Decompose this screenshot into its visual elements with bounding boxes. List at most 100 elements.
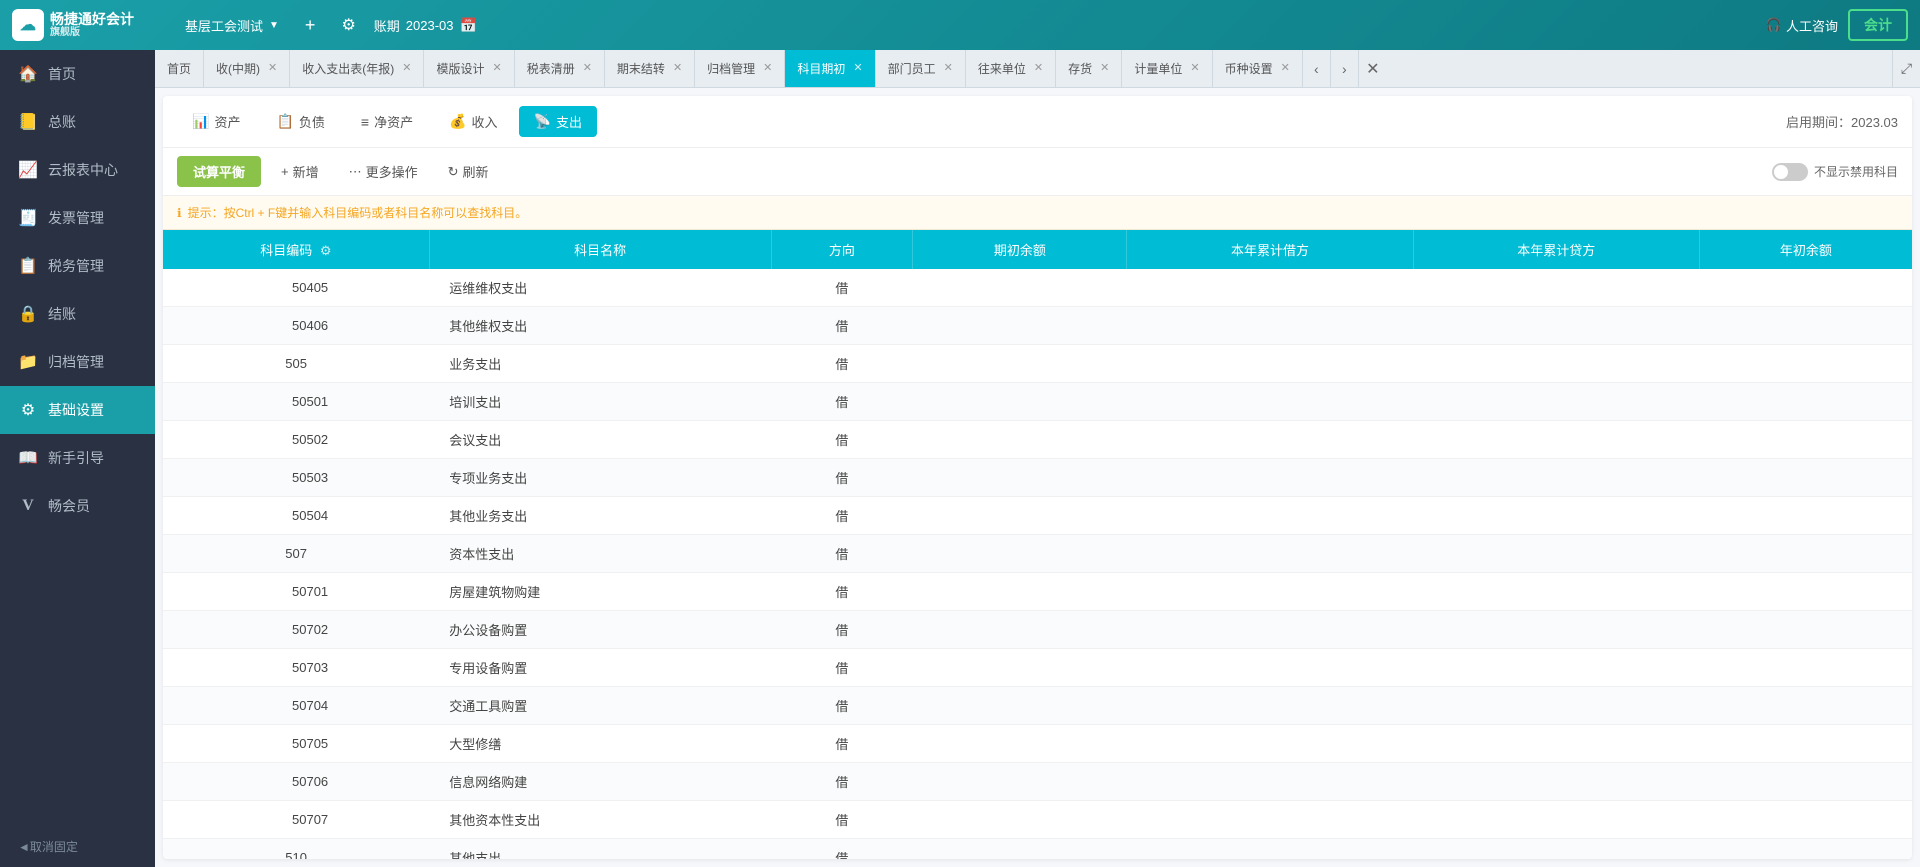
sidebar-label-close: 结账 — [48, 304, 76, 324]
app-logo-icon: ☁ — [12, 9, 44, 41]
tab-interim-close[interactable]: ✕ — [268, 63, 277, 74]
table-row[interactable]: 50405 运维维权支出 借 — [163, 269, 1912, 307]
vip-icon: V — [18, 497, 38, 515]
tab-tax-form-close[interactable]: ✕ — [583, 63, 592, 74]
show-disabled-toggle[interactable]: 不显示禁用科目 — [1772, 163, 1898, 181]
account-button[interactable]: 会计 — [1848, 9, 1908, 41]
table-row[interactable]: 50504 其他业务支出 借 — [163, 497, 1912, 535]
tab-unit-close[interactable]: ✕ — [1190, 63, 1199, 74]
sidebar-item-archive[interactable]: 📁 归档管理 — [0, 338, 155, 386]
table-row[interactable]: 50707 其他资本性支出 借 — [163, 801, 1912, 839]
table-row[interactable]: 50702 办公设备购置 借 — [163, 611, 1912, 649]
cell-year-opening — [1699, 611, 1912, 649]
table-row[interactable]: 50703 专用设备购置 借 — [163, 649, 1912, 687]
page-content: 📊 资产 📋 负债 ≡ 净资产 💰 收入 📡 支出 — [163, 96, 1912, 859]
balance-button[interactable]: 试算平衡 — [177, 156, 261, 187]
tab-period-end-close[interactable]: ✕ — [673, 63, 682, 74]
tab-partner[interactable]: 往来单位 ✕ — [966, 50, 1056, 87]
tab-home[interactable]: 首页 — [155, 50, 204, 87]
tab-income-report-close[interactable]: ✕ — [402, 63, 411, 74]
company-selector[interactable]: 基层工会测试 ▼ — [177, 12, 287, 39]
tab-partner-close[interactable]: ✕ — [1034, 63, 1043, 74]
table-row[interactable]: 510 其他支出 借 — [163, 839, 1912, 860]
refresh-button[interactable]: ↻ 刷新 — [438, 157, 499, 186]
sidebar-item-guide[interactable]: 📖 新手引导 — [0, 434, 155, 482]
cell-name: 其他维权支出 — [429, 307, 771, 345]
cat-tab-liability[interactable]: 📋 负债 — [261, 106, 339, 137]
tab-archive-mgmt[interactable]: 归档管理 ✕ — [695, 50, 785, 87]
cell-opening — [913, 801, 1127, 839]
add-button[interactable]: + 新增 — [271, 157, 329, 186]
cat-tab-expenditure[interactable]: 📡 支出 — [519, 106, 597, 137]
table-row[interactable]: 505 业务支出 借 — [163, 345, 1912, 383]
tab-template-close[interactable]: ✕ — [492, 63, 501, 74]
sidebar-item-report[interactable]: 📈 云报表中心 — [0, 146, 155, 194]
cell-direction: 借 — [771, 725, 913, 763]
table-row[interactable]: 50501 培训支出 借 — [163, 383, 1912, 421]
cell-year-opening — [1699, 307, 1912, 345]
tab-archive-mgmt-close[interactable]: ✕ — [763, 63, 772, 74]
table-row[interactable]: 50704 交通工具购置 借 — [163, 687, 1912, 725]
add-company-button[interactable]: + — [297, 11, 324, 40]
table-row[interactable]: 50705 大型修缮 借 — [163, 725, 1912, 763]
sidebar-item-close[interactable]: 🔒 结账 — [0, 290, 155, 338]
tab-close-all-button[interactable]: ✕ — [1359, 50, 1387, 87]
subject-table: 科目编码 ⚙ 科目名称 方向 期初余额 本年累计借方 本年累计贷方 年初余额 — [163, 230, 1912, 859]
sidebar-collapse-button[interactable]: ◄取消固定 — [0, 826, 155, 867]
refresh-label: 刷新 — [463, 162, 489, 181]
cat-tab-net-asset[interactable]: ≡ 净资产 — [346, 106, 428, 137]
tab-prev-button[interactable]: ‹ — [1303, 50, 1331, 87]
sidebar-item-ledger[interactable]: 📒 总账 — [0, 98, 155, 146]
toggle-label: 不显示禁用科目 — [1814, 163, 1898, 180]
calendar-icon[interactable]: 📅 — [460, 17, 477, 34]
cat-tab-income[interactable]: 💰 收入 — [434, 106, 512, 137]
cell-opening — [913, 497, 1127, 535]
cell-name: 业务支出 — [429, 345, 771, 383]
tab-template[interactable]: 模版设计 ✕ — [424, 50, 514, 87]
tab-dept-emp[interactable]: 部门员工 ✕ — [876, 50, 966, 87]
table-container[interactable]: 科目编码 ⚙ 科目名称 方向 期初余额 本年累计借方 本年累计贷方 年初余额 — [163, 230, 1912, 859]
tab-dept-emp-close[interactable]: ✕ — [944, 63, 953, 74]
cell-opening — [913, 421, 1127, 459]
table-row[interactable]: 50406 其他维权支出 借 — [163, 307, 1912, 345]
sidebar-label-invoice: 发票管理 — [48, 208, 104, 228]
tab-currency[interactable]: 币种设置 ✕ — [1213, 50, 1303, 87]
tab-expand-button[interactable]: ⤢ — [1892, 50, 1920, 87]
tab-income-report[interactable]: 收入支出表(年报) ✕ — [290, 50, 424, 87]
sidebar-item-settings[interactable]: ⚙ 基础设置 — [0, 386, 155, 434]
expenditure-icon: 📡 — [534, 113, 551, 130]
cell-direction: 借 — [771, 611, 913, 649]
cell-opening — [913, 383, 1127, 421]
cell-code: 50504 — [163, 497, 429, 535]
sidebar-item-tax[interactable]: 📋 税务管理 — [0, 242, 155, 290]
sidebar-item-vip[interactable]: V 畅会员 — [0, 482, 155, 530]
tab-subject-init-close[interactable]: ✕ — [853, 63, 862, 74]
tab-tax-form[interactable]: 税表清册 ✕ — [515, 50, 605, 87]
tab-inventory[interactable]: 存货 ✕ — [1056, 50, 1122, 87]
add-label: 新增 — [293, 162, 319, 181]
table-row[interactable]: 50706 信息网络购建 借 — [163, 763, 1912, 801]
tab-inventory-close[interactable]: ✕ — [1100, 63, 1109, 74]
tab-interim[interactable]: 收(中期) ✕ — [204, 50, 290, 87]
toggle-track — [1772, 163, 1808, 181]
tab-next-button[interactable]: › — [1331, 50, 1359, 87]
cell-name: 信息网络购建 — [429, 763, 771, 801]
tab-currency-close[interactable]: ✕ — [1281, 63, 1290, 74]
tab-subject-init[interactable]: 科目期初 ✕ — [785, 50, 875, 87]
sidebar-item-home[interactable]: 🏠 首页 — [0, 50, 155, 98]
sidebar: 🏠 首页 📒 总账 📈 云报表中心 🧾 发票管理 📋 税务管理 🔒 结账 📁 归… — [0, 50, 155, 867]
sidebar-item-invoice[interactable]: 🧾 发票管理 — [0, 194, 155, 242]
customer-service-button[interactable]: 🎧 人工咨询 — [1766, 16, 1838, 35]
column-settings-icon[interactable]: ⚙ — [320, 243, 332, 258]
company-settings-icon[interactable]: ⚙ — [333, 11, 363, 39]
tab-period-end[interactable]: 期末结转 ✕ — [605, 50, 695, 87]
more-actions-button[interactable]: ⋯ 更多操作 — [339, 157, 428, 186]
tab-unit[interactable]: 计量单位 ✕ — [1122, 50, 1212, 87]
cell-ytd-credit — [1413, 839, 1699, 860]
table-row[interactable]: 50701 房屋建筑物购建 借 — [163, 573, 1912, 611]
cat-tab-asset[interactable]: 📊 资产 — [177, 106, 255, 137]
table-row[interactable]: 50503 专项业务支出 借 — [163, 459, 1912, 497]
home-icon: 🏠 — [18, 64, 38, 84]
table-row[interactable]: 507 资本性支出 借 — [163, 535, 1912, 573]
table-row[interactable]: 50502 会议支出 借 — [163, 421, 1912, 459]
